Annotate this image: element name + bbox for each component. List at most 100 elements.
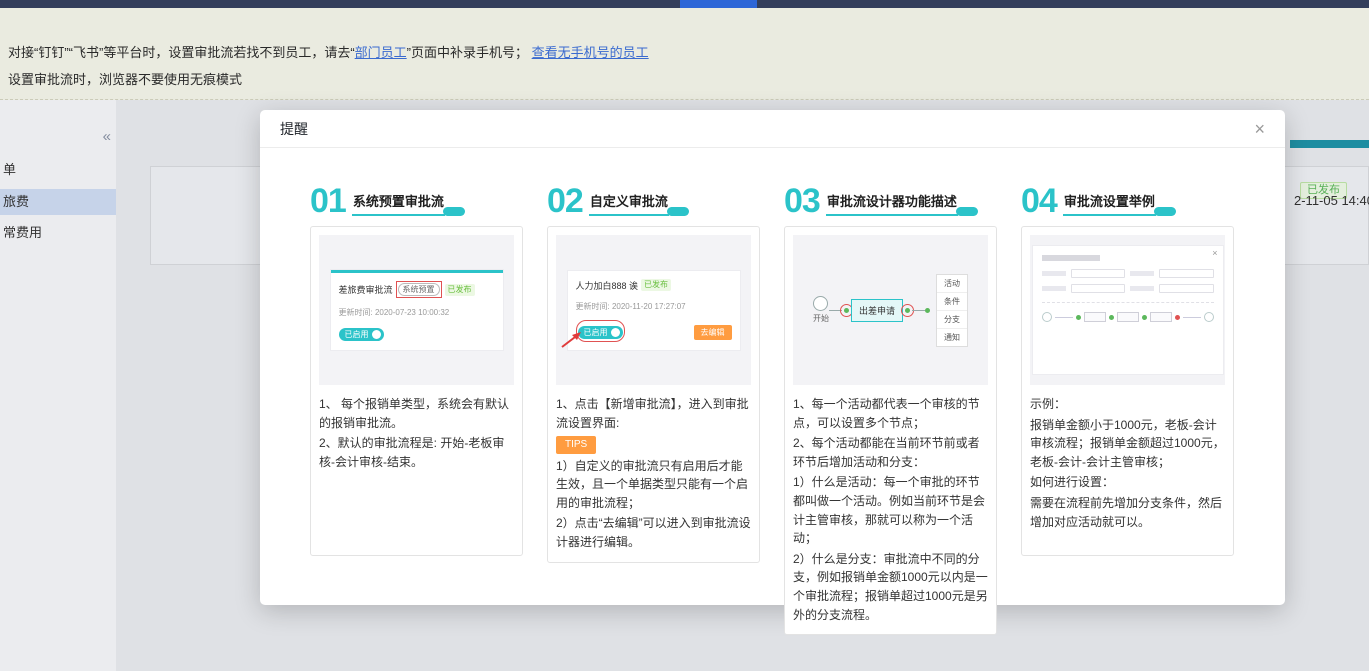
mini-activity-node (1149, 312, 1172, 322)
section-02-text: 1、点击【新增审批流】，进入到审批流设置界面: TIPS 1）自定义的审批流只有… (556, 395, 751, 552)
mini-flow-card: 差旅费审批流 系统预置 已发布 更新时间: 2020-07-23 10:00:3… (329, 269, 504, 351)
connector-dot (905, 307, 910, 313)
mini-updated-time: 更新时间: 2020-07-23 10:00:32 (338, 308, 450, 317)
mini-title-bar (1041, 255, 1100, 261)
example-thumbnail: × (1030, 235, 1225, 385)
custom-flow-thumbnail: 人力加白888 诶 已发布 更新时间: 2020-11-20 17:27:07 … (556, 235, 751, 385)
mini-green-dot (1141, 314, 1147, 320)
reminder-modal: 提醒 × 01 系统预置审批流 差旅费审批流 系统预置 已发布 更新时间: 20… (260, 110, 1285, 636)
mini-form-fields (1041, 269, 1214, 293)
section-number: 04 (1021, 182, 1058, 220)
enabled-toggle-label: 已启用 (344, 330, 369, 339)
text-line: 需要在流程前先增加分支条件，然后增加对应活动就可以。 (1030, 495, 1223, 529)
enabled-toggle: 已启用 (577, 325, 623, 339)
section-01: 01 系统预置审批流 差旅费审批流 系统预置 已发布 更新时间: 2020-07… (310, 184, 523, 635)
modal-title: 提醒 (280, 120, 308, 137)
activity-node: 出差申请 (850, 298, 903, 322)
flow-diagram: 开始 出差申请 活动 条件 分支 通知 (813, 273, 968, 347)
section-04-card: × 示例： 报销单金额小于1000元，老板-会计审核流程；报销单金额超过1000… (1021, 226, 1234, 556)
section-02: 02 自定义审批流 人力加白888 诶 已发布 更新时间: 2020-11-20… (547, 184, 760, 635)
mini-flow-row: 人力加白888 诶 已发布 (576, 279, 732, 292)
preset-flow-thumbnail: 差旅费审批流 系统预置 已发布 更新时间: 2020-07-23 10:00:3… (319, 235, 514, 385)
mini-field-label (1041, 286, 1066, 291)
mini-flow-diagram (1041, 312, 1214, 322)
text-line: 1）自定义的审批流只有启用后才能生效，且一个单据类型只能有一个启用的审批流程； (556, 458, 749, 510)
mini-published-badge: 已发布 (444, 283, 475, 296)
mini-connector (1054, 316, 1073, 318)
mini-flow-card: 人力加白888 诶 已发布 更新时间: 2020-11-20 17:27:07 … (560, 269, 741, 351)
start-circle (813, 296, 829, 311)
toggle-knob (610, 327, 620, 337)
mini-input (1159, 269, 1214, 278)
section-01-card: 差旅费审批流 系统预置 已发布 更新时间: 2020-07-23 10:00:3… (310, 226, 523, 556)
section-01-text: 1、 每个报销单类型，系统会有默认的报销审批流。 2、默认的审批流程是: 开始-… (319, 395, 514, 471)
mini-close-icon: × (1212, 248, 1218, 258)
section-title: 自定义审批流 (588, 191, 669, 216)
section-04-header: 04 审批流设置举例 (1021, 182, 1234, 220)
mini-input (1070, 269, 1125, 278)
connector-dot (925, 307, 930, 313)
toggle-annotation-wrap: 已启用 (560, 319, 625, 348)
screen: 对接“钉钉”“飞书”等平台时，设置审批流若找不到员工，请去“部门员工”页面中补录… (0, 0, 1369, 671)
close-icon[interactable]: × (1254, 120, 1265, 138)
text-line: 1）什么是活动：每一个审批的环节都叫做一个活动。例如当前环节是会计主管审核，那就… (793, 475, 986, 546)
section-number: 02 (547, 182, 584, 220)
text-line: 示例： (1030, 397, 1067, 411)
connector-dot (843, 307, 849, 313)
text-line: 报销单金额小于1000元，老板-会计审核流程；报销单金额超过1000元，老板-会… (1030, 417, 1225, 469)
section-03-card: 开始 出差申请 活动 条件 分支 通知 1、每一个活动都代表一个审核的节点，可以… (784, 226, 997, 636)
modal-body: 01 系统预置审批流 差旅费审批流 系统预置 已发布 更新时间: 2020-07… (260, 148, 1285, 636)
mini-teal-bar (330, 270, 503, 273)
mini-divider (1041, 302, 1214, 303)
section-title: 系统预置审批流 (351, 191, 445, 216)
section-01-header: 01 系统预置审批流 (310, 184, 523, 218)
mini-end-circle (1203, 312, 1214, 322)
mini-flow-row: 差旅费审批流 系统预置 已发布 (339, 281, 495, 298)
title-accent-shape (955, 207, 978, 216)
tips-badge: TIPS (556, 436, 597, 454)
text-line: 2）点击“去编辑”可以进入到审批流设计器进行编辑。 (556, 516, 751, 550)
mini-flow-name: 差旅费审批流 (338, 285, 393, 295)
text-line: 1、点击【新增审批流】，进入到审批流设置界面: (556, 397, 749, 430)
flow-start-node: 开始 (813, 296, 829, 324)
mini-field-label (1130, 286, 1154, 291)
text-line: 1、每一个活动都代表一个审核的节点，可以设置多个节点； (793, 397, 980, 430)
designer-thumbnail: 开始 出差申请 活动 条件 分支 通知 (793, 235, 988, 385)
preset-tag: 系统预置 (397, 283, 440, 296)
text-line: 如何进行设置： (1030, 475, 1115, 490)
title-accent-shape (442, 207, 465, 216)
toggle-knob (371, 330, 381, 339)
panel-item-activity: 活动 (937, 275, 967, 293)
red-arrow-icon (560, 329, 584, 354)
mini-flow-name: 人力加白888 诶 (575, 280, 639, 291)
section-number: 03 (784, 182, 821, 220)
section-04: 04 审批流设置举例 × 示例： 报销单金额小于1000元，老板-会计审核流程；… (1021, 184, 1234, 635)
enabled-toggle-label: 已启用 (583, 327, 608, 337)
section-title: 审批流设置举例 (1062, 191, 1156, 216)
start-label: 开始 (812, 314, 829, 323)
mini-green-dot (1075, 314, 1081, 320)
mini-activity-node (1116, 312, 1139, 322)
section-03-text: 1、每一个活动都代表一个审核的节点，可以设置多个节点； 2、每个活动都能在当前环… (793, 395, 988, 624)
section-04-text: 示例： 报销单金额小于1000元，老板-会计审核流程；报销单金额超过1000元，… (1030, 395, 1225, 531)
mini-updated-time: 更新时间: 2020-11-20 17:27:07 (575, 301, 686, 311)
mini-input (1070, 284, 1125, 293)
designer-tool-panel: 活动 条件 分支 通知 (936, 273, 968, 347)
connector-line (912, 309, 925, 311)
modal-header: 提醒 × (260, 110, 1285, 148)
mini-activity-node (1083, 312, 1106, 322)
mini-designer-page: × (1031, 245, 1224, 375)
title-accent-shape (666, 207, 689, 216)
go-edit-button[interactable]: 去编辑 (693, 324, 732, 340)
mini-field-label (1041, 271, 1066, 276)
section-03: 03 审批流设计器功能描述 开始 出差申请 活动 条件 分支 通知 1、每一个活… (784, 182, 997, 636)
red-highlight-box: 系统预置 (395, 281, 442, 298)
enabled-toggle: 已启用 (338, 328, 384, 341)
panel-item-condition: 条件 (937, 293, 967, 311)
mini-red-dot (1174, 314, 1180, 320)
mini-green-dot (1108, 314, 1114, 320)
mini-field-label (1130, 271, 1154, 276)
text-line: 2、每个活动都能在当前环节前或者环节后增加活动和分支： (793, 436, 980, 469)
panel-item-notify: 通知 (944, 332, 960, 342)
text-line: 2、默认的审批流程是: 开始-老板审核-会计审核-结束。 (319, 436, 505, 469)
